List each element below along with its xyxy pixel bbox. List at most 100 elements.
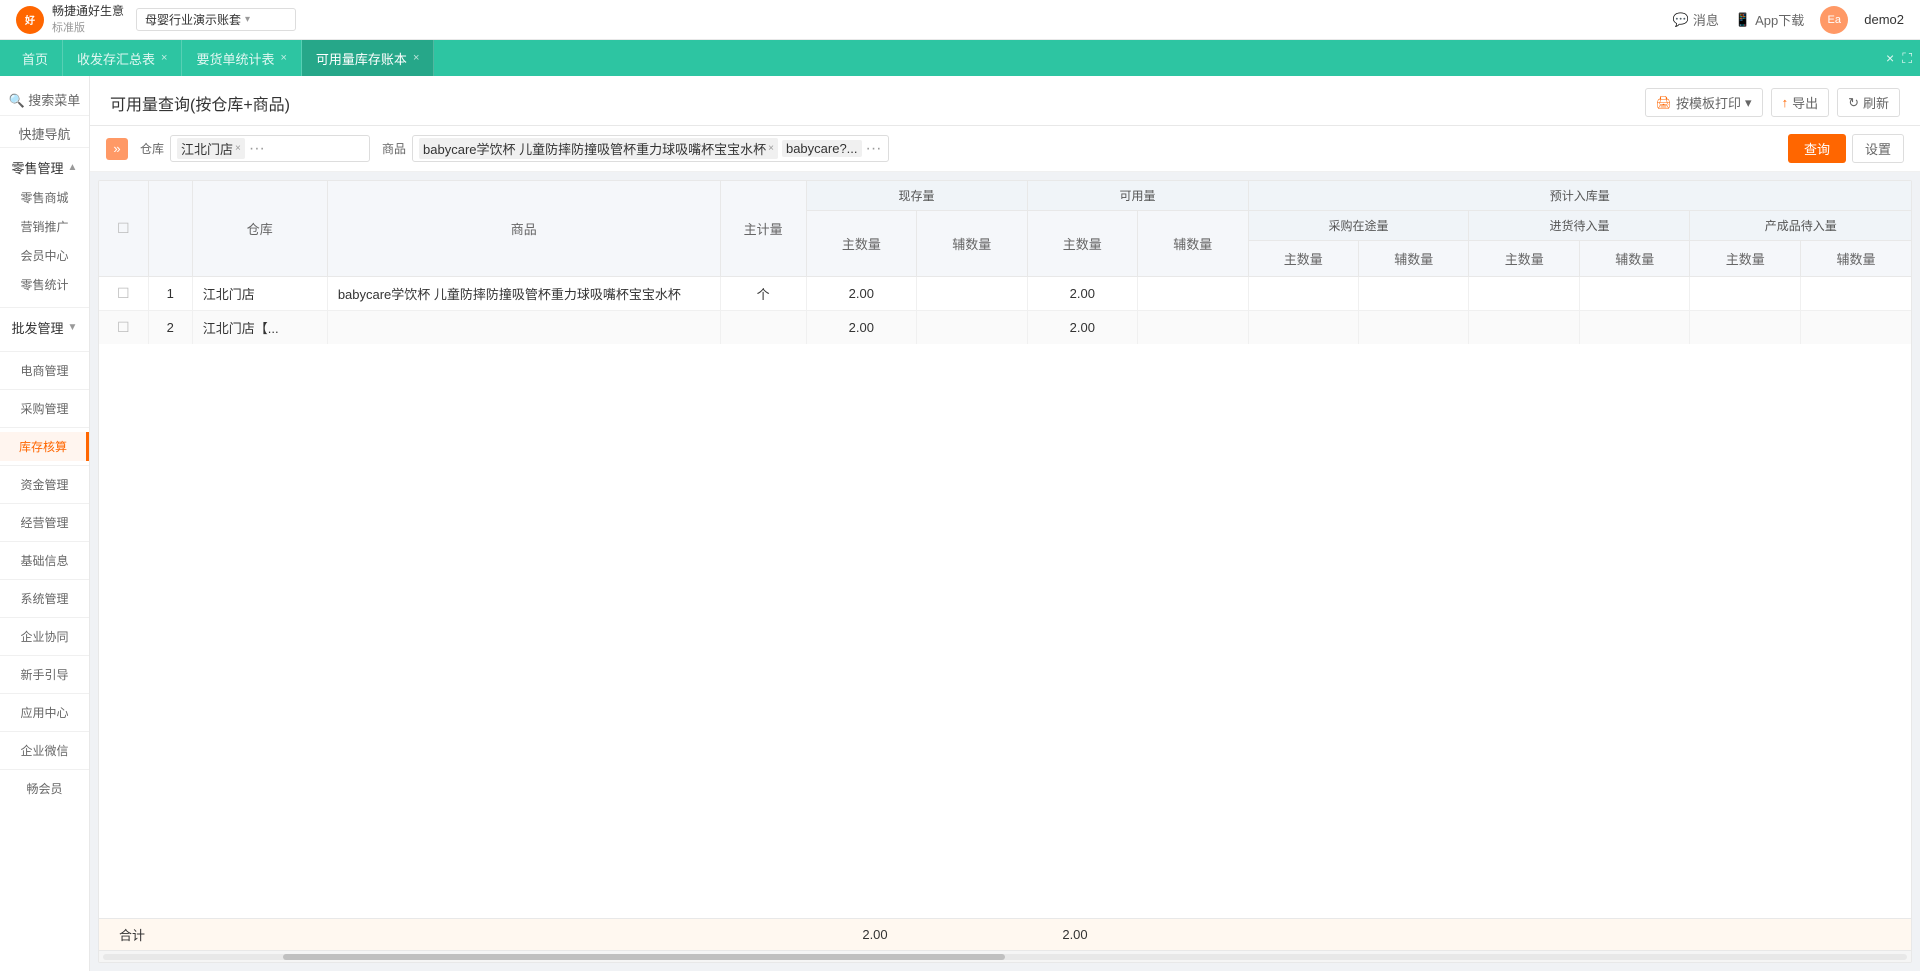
sidebar-divider-4 <box>0 427 89 428</box>
table-body: ☐ 1 江北门店 babycare学饮杯 儿童防摔防撞吸管杯重力球吸嘴杯宝宝水杯… <box>99 277 1911 345</box>
logo-text-area: 畅捷通好生意 标准版 <box>52 4 124 36</box>
th-product: 商品 <box>327 181 720 277</box>
row-avail-aux <box>1138 277 1248 311</box>
sidebar-item-member-center[interactable]: 会员中心 <box>0 241 89 270</box>
row-checkbox-icon[interactable]: ☐ <box>117 285 130 301</box>
scroll-thumb[interactable] <box>283 954 1005 960</box>
sidebar-divider-7 <box>0 541 89 542</box>
tab-order-stat[interactable]: 要货单统计表 × <box>182 40 301 76</box>
th-incoming-main: 主数量 <box>1469 241 1579 277</box>
sidebar-item-retail-stat[interactable]: 零售统计 <box>0 270 89 299</box>
warehouse-filter-more[interactable]: ··· <box>249 140 265 158</box>
warehouse-filter-input[interactable]: 江北门店 × ··· <box>170 135 370 162</box>
message-button[interactable]: 💬 消息 <box>1673 10 1719 29</box>
sidebar-item-purchase[interactable]: 采购管理 <box>0 394 89 423</box>
sidebar-item-app-center[interactable]: 应用中心 <box>0 698 89 727</box>
sidebar-item-marketing[interactable]: 营销推广 <box>0 212 89 241</box>
th-purchase-transit-group: 采购在途量 <box>1248 211 1469 241</box>
template-print-label: 按模板打印 <box>1676 93 1741 112</box>
row-purchase-aux <box>1359 277 1469 311</box>
row-index: 1 <box>148 277 192 311</box>
table-container: ☐ 仓库 商品 主计量 现存量 可用量 预计入库量 主数量 辅数 <box>98 180 1912 963</box>
sidebar-group-retail: 零售管理 ▲ 零售商城 营销推广 会员中心 零售统计 <box>0 152 89 299</box>
avatar: Ea <box>1820 6 1848 34</box>
row-product-main <box>1690 277 1800 311</box>
sidebar-item-finance[interactable]: 资金管理 <box>0 470 89 499</box>
table-scroll-area[interactable]: ☐ 仓库 商品 主计量 现存量 可用量 预计入库量 主数量 辅数 <box>99 181 1911 918</box>
sidebar-search[interactable]: 🔍 搜索菜单 <box>0 84 89 116</box>
tab-order-stat-close-icon[interactable]: × <box>280 52 286 64</box>
content: 可用量查询(按仓库+商品) 🖨 按模板打印 ▾ ↑ 导出 ↻ 刷新 <box>90 76 1920 971</box>
product-filter-input[interactable]: babycare学饮杯 儿童防摔防撞吸管杯重力球吸嘴杯宝宝水杯 × babyca… <box>412 135 888 162</box>
th-avail-main: 主数量 <box>1027 211 1137 277</box>
row-avail-main: 2.00 <box>1027 277 1137 311</box>
tab-fullscreen-icon[interactable]: ⛶ <box>1902 50 1912 67</box>
template-print-button[interactable]: 🖨 按模板打印 ▾ <box>1645 88 1763 117</box>
sidebar-divider-1 <box>0 307 89 308</box>
row-stock-main: 2.00 <box>806 311 916 345</box>
tab-close-all-icon[interactable]: × <box>1886 50 1894 66</box>
filter-actions: 查询 设置 <box>1788 134 1904 163</box>
sidebar-divider-3 <box>0 389 89 390</box>
filter-expand-button[interactable]: » <box>106 138 128 160</box>
sidebar-item-newbie[interactable]: 新手引导 <box>0 660 89 689</box>
tab-available[interactable]: 可用量库存账本 × <box>302 40 434 76</box>
app-download-button[interactable]: 📱 App下载 <box>1735 10 1804 29</box>
row-product: babycare学饮杯 儿童防摔防撞吸管杯重力球吸嘴杯宝宝水杯 <box>327 277 720 311</box>
user-name[interactable]: demo2 <box>1864 12 1904 27</box>
th-stock-aux: 辅数量 <box>917 211 1027 277</box>
logo-area: 好 畅捷通好生意 标准版 <box>16 4 124 36</box>
selector-text: 母婴行业演示账套 <box>145 11 241 28</box>
sidebar-item-corp[interactable]: 企业协同 <box>0 622 89 651</box>
th-product-pending-group: 产成品待入量 <box>1690 211 1911 241</box>
sidebar-item-basic[interactable]: 基础信息 <box>0 546 89 575</box>
sidebar-item-inventory[interactable]: 库存核算 <box>0 432 89 461</box>
query-button[interactable]: 查询 <box>1788 134 1846 163</box>
search-icon: 🔍 <box>9 93 25 108</box>
row-avail-aux <box>1138 311 1248 345</box>
row-purchase-aux <box>1359 311 1469 345</box>
message-label: 消息 <box>1693 10 1719 29</box>
product-tag-babycare2-label: babycare?... <box>786 141 858 156</box>
sidebar-group-batch-title[interactable]: 批发管理 ▼ <box>0 312 89 343</box>
product-filter-more[interactable]: ··· <box>866 140 882 158</box>
sidebar-item-member[interactable]: 畅会员 <box>0 774 89 803</box>
tab-receive[interactable]: 收发存汇总表 × <box>63 40 182 76</box>
header-checkbox-icon[interactable]: ☐ <box>117 220 130 236</box>
row-incoming-aux <box>1579 311 1689 345</box>
account-selector[interactable]: 母婴行业演示账套 ▾ <box>136 8 296 31</box>
row-unit: 个 <box>720 277 806 311</box>
sidebar-divider-12 <box>0 731 89 732</box>
sidebar-item-retail-shop[interactable]: 零售商城 <box>0 183 89 212</box>
tab-receive-close-icon[interactable]: × <box>161 52 167 64</box>
row-checkbox-icon[interactable]: ☐ <box>117 319 130 335</box>
th-purchase-main: 主数量 <box>1248 241 1358 277</box>
tab-home-label: 首页 <box>22 49 48 68</box>
sidebar-quick-nav-label: 快捷导航 <box>18 127 70 142</box>
sidebar-item-ops[interactable]: 经营管理 <box>0 508 89 537</box>
horizontal-scrollbar[interactable] <box>99 950 1911 962</box>
tab-available-close-icon[interactable]: × <box>413 52 419 64</box>
row-warehouse: 江北门店【... <box>192 311 327 345</box>
setting-button[interactable]: 设置 <box>1852 134 1904 163</box>
row-checkbox[interactable]: ☐ <box>99 277 148 311</box>
message-icon: 💬 <box>1673 12 1689 28</box>
warehouse-filter-label: 仓库 <box>140 140 164 157</box>
sidebar-group-retail-title[interactable]: 零售管理 ▲ <box>0 152 89 183</box>
th-stock-main: 主数量 <box>806 211 916 277</box>
row-checkbox[interactable]: ☐ <box>99 311 148 345</box>
export-button[interactable]: ↑ 导出 <box>1771 88 1830 117</box>
sidebar-quick-nav[interactable]: 快捷导航 <box>0 120 89 148</box>
expand-icon: » <box>113 141 120 156</box>
th-purchase-aux: 辅数量 <box>1359 241 1469 277</box>
product-tag-babycare-remove[interactable]: × <box>768 143 774 154</box>
warehouse-tag-jiangbei-remove[interactable]: × <box>235 143 241 154</box>
sidebar-item-ecommerce[interactable]: 电商管理 <box>0 356 89 385</box>
chevron-down-icon-batch: ▼ <box>68 322 78 333</box>
product-filter-group: 商品 babycare学饮杯 儿童防摔防撞吸管杯重力球吸嘴杯宝宝水杯 × bab… <box>382 135 888 162</box>
tab-home[interactable]: 首页 <box>8 40 63 76</box>
sidebar-item-wx-work[interactable]: 企业微信 <box>0 736 89 765</box>
sidebar-divider-2 <box>0 351 89 352</box>
sidebar-item-system[interactable]: 系统管理 <box>0 584 89 613</box>
refresh-button[interactable]: ↻ 刷新 <box>1837 88 1900 117</box>
